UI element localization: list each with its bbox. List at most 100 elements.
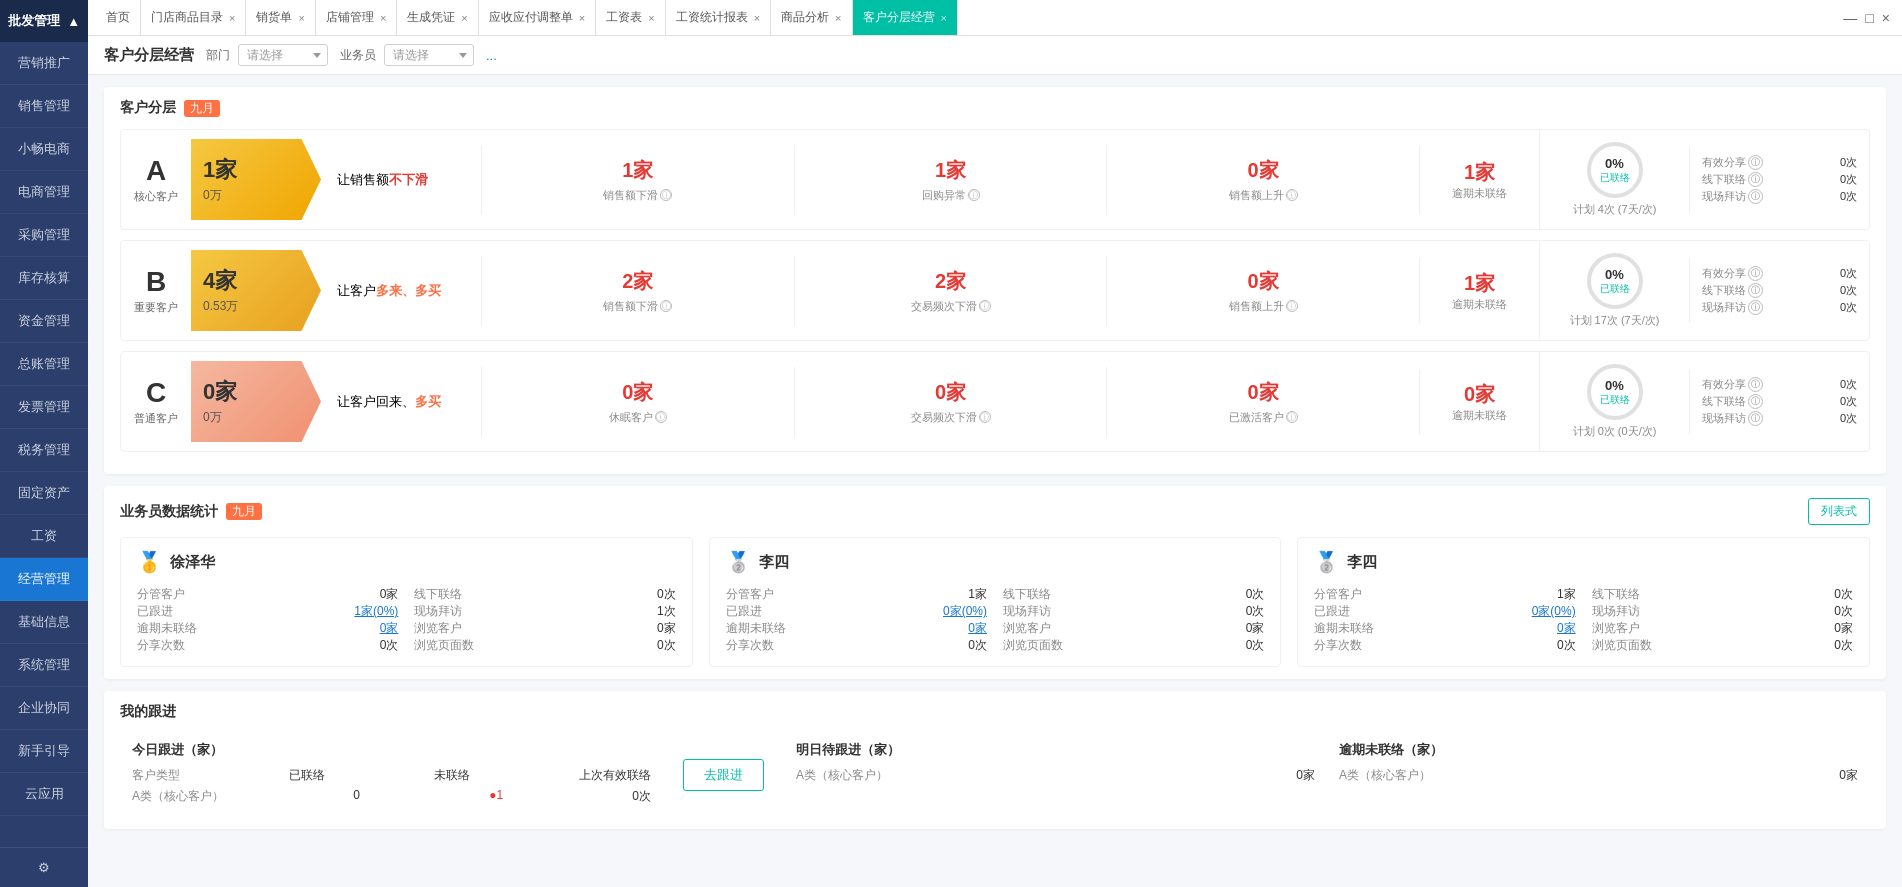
- sidebar-item-企业协同[interactable]: 企业协同: [0, 687, 88, 730]
- info-icon: ⓘ: [1286, 189, 1298, 201]
- tier-count-block: 1家 0万: [191, 139, 321, 220]
- info-icon: ⓘ: [979, 411, 991, 423]
- progress-circle: 0% 已联络: [1587, 253, 1643, 309]
- sidebar-item-发票管理[interactable]: 发票管理: [0, 386, 88, 429]
- tier-row-B: B 重要客户 4家 0.53万 让客户多来、多买 2家 销售额下滑 ⓘ 2家 交…: [120, 240, 1870, 341]
- sidebar-item-小畅电商[interactable]: 小畅电商: [0, 128, 88, 171]
- today-header-row: 客户类型 已联络 未联络 上次有效联络: [132, 767, 651, 784]
- side-stat-row: 现场拜访 ⓘ 0次: [1702, 189, 1857, 204]
- tab-商品分析[interactable]: 商品分析×: [771, 0, 852, 36]
- tab-close-icon[interactable]: ×: [754, 12, 760, 24]
- staff-stat-row: 逾期未联络 0家: [726, 620, 987, 637]
- sidebar-title: 批发管理: [8, 12, 60, 30]
- staff-stat-row: 现场拜访 1次: [414, 603, 675, 620]
- staff-stat-row: 分享次数 0次: [1314, 637, 1575, 654]
- tab-close-icon[interactable]: ×: [835, 12, 841, 24]
- sidebar-item-新手引导[interactable]: 新手引导: [0, 730, 88, 773]
- salesman-select[interactable]: 请选择: [384, 44, 474, 66]
- side-stat-row: 线下联络 ⓘ 0次: [1702, 283, 1857, 298]
- sidebar-item-经营管理[interactable]: 经营管理: [0, 558, 88, 601]
- sidebar-collapse-icon[interactable]: ▲: [67, 14, 80, 29]
- sidebar-item-基础信息[interactable]: 基础信息: [0, 601, 88, 644]
- tier-action-text: 让销售额不下滑: [321, 171, 481, 189]
- info-icon: ⓘ: [1748, 411, 1763, 426]
- sidebar-item-营销推广[interactable]: 营销推广: [0, 42, 88, 85]
- goto-followup-button[interactable]: 去跟进: [683, 759, 764, 791]
- staff-badge: 🥈: [726, 550, 751, 574]
- tab-close-icon[interactable]: ×: [298, 12, 304, 24]
- tab-客户分层经营[interactable]: 客户分层经营×: [853, 0, 958, 36]
- staff-stats-left: 分管客户 1家 已跟进 0家(0%) 逾期未联络 0家 分享次数 0次: [1314, 586, 1575, 654]
- tab-首页[interactable]: 首页: [96, 0, 141, 36]
- sidebar-item-电商管理[interactable]: 电商管理: [0, 171, 88, 214]
- tab-close-icon[interactable]: ×: [380, 12, 386, 24]
- staff-month-badge: 九月: [226, 503, 262, 520]
- progress-circle: 0% 已联络: [1587, 364, 1643, 420]
- dept-filter: 部门 请选择: [206, 44, 328, 66]
- sidebar: 批发管理 ▲ 营销推广销售管理小畅电商电商管理采购管理库存核算资金管理总账管理发…: [0, 0, 88, 887]
- tab-close-icon[interactable]: ×: [941, 12, 947, 24]
- info-icon: ⓘ: [1748, 172, 1763, 187]
- tab-close-icon[interactable]: ×: [648, 12, 654, 24]
- stat-item: 2家 交易频次下滑 ⓘ: [794, 256, 1107, 326]
- list-view-button[interactable]: 列表式: [1808, 498, 1870, 525]
- customer-tier-title: 客户分层 九月: [120, 99, 1870, 117]
- sidebar-item-库存核算[interactable]: 库存核算: [0, 257, 88, 300]
- staff-stat-row: 线下联络 0次: [414, 586, 675, 603]
- sidebar-item-税务管理[interactable]: 税务管理: [0, 429, 88, 472]
- followup-section: 我的跟进 今日跟进（家） 客户类型 已联络 未联络 上次有效联络 A类（核心客户…: [104, 691, 1886, 829]
- tier-side-stats: 有效分享 ⓘ 0次 线下联络 ⓘ 0次 现场拜访 ⓘ 0次: [1689, 369, 1869, 434]
- sidebar-item-系统管理[interactable]: 系统管理: [0, 644, 88, 687]
- staff-card-0: 🥇 徐泽华 分管客户 0家 已跟进 1家(0%) 逾期未联络 0家 分享次数 0…: [120, 537, 693, 667]
- tab-门店商品目录[interactable]: 门店商品目录×: [141, 0, 246, 36]
- stat-item: 0家 已激活客户 ⓘ: [1106, 367, 1419, 437]
- staff-section-title: 业务员数据统计 九月: [120, 503, 262, 521]
- tab-店铺管理[interactable]: 店铺管理×: [316, 0, 397, 36]
- tabs-container: 首页门店商品目录×销货单×店铺管理×生成凭证×应收应付调整单×工资表×工资统计报…: [96, 0, 958, 36]
- sidebar-settings[interactable]: ⚙: [0, 847, 88, 887]
- sidebar-item-销售管理[interactable]: 销售管理: [0, 85, 88, 128]
- staff-stat-row: 线下联络 0次: [1592, 586, 1853, 603]
- staff-stat-row: 分管客户 1家: [1314, 586, 1575, 603]
- info-icon: ⓘ: [1286, 411, 1298, 423]
- customer-tier-section: 客户分层 九月 A 核心客户 1家 0万 让销售额不下滑 1家 销售额下滑 ⓘ …: [104, 87, 1886, 474]
- staff-card-2: 🥈 李四 分管客户 1家 已跟进 0家(0%) 逾期未联络 0家 分享次数 0次…: [1297, 537, 1870, 667]
- customer-month-badge: 九月: [184, 100, 220, 117]
- stat-item: 0家 交易频次下滑 ⓘ: [794, 367, 1107, 437]
- staff-name: 徐泽华: [170, 553, 215, 572]
- settings-icon: ⚙: [38, 860, 50, 875]
- tier-contact: 1家 逾期未联络: [1419, 147, 1539, 213]
- info-icon: ⓘ: [1748, 155, 1763, 170]
- sidebar-item-云应用[interactable]: 云应用: [0, 773, 88, 816]
- tomorrow-followup-col: 明日待跟进（家） A类（核心客户） 0家: [784, 733, 1327, 817]
- dept-select[interactable]: 请选择: [238, 44, 328, 66]
- sidebar-item-工资[interactable]: 工资: [0, 515, 88, 558]
- tab-close-icon[interactable]: ×: [461, 12, 467, 24]
- staff-header-row: 业务员数据统计 九月 列表式: [120, 498, 1870, 525]
- sidebar-item-采购管理[interactable]: 采购管理: [0, 214, 88, 257]
- tab-生成凭证[interactable]: 生成凭证×: [397, 0, 478, 36]
- tab-应收应付调整单[interactable]: 应收应付调整单×: [479, 0, 596, 36]
- staff-header: 🥈 李四: [1314, 550, 1853, 574]
- tab-工资表[interactable]: 工资表×: [596, 0, 665, 36]
- salesman-filter: 业务员 请选择: [340, 44, 474, 66]
- more-filters-button[interactable]: ...: [486, 48, 497, 63]
- sidebar-item-总账管理[interactable]: 总账管理: [0, 343, 88, 386]
- tab-工资统计报表[interactable]: 工资统计报表×: [666, 0, 771, 36]
- sidebar-item-固定资产[interactable]: 固定资产: [0, 472, 88, 515]
- sidebar-item-资金管理[interactable]: 资金管理: [0, 300, 88, 343]
- maximize-button[interactable]: □: [1865, 10, 1873, 26]
- overdue-a-row: A类（核心客户） 0家: [1339, 767, 1858, 784]
- info-icon: ⓘ: [1748, 394, 1763, 409]
- staff-badge: 🥇: [137, 550, 162, 574]
- close-window-button[interactable]: ×: [1882, 10, 1890, 26]
- minimize-button[interactable]: —: [1843, 10, 1857, 26]
- followup-grid: 今日跟进（家） 客户类型 已联络 未联络 上次有效联络 A类（核心客户） 0 ●…: [120, 733, 1870, 817]
- info-icon: ⓘ: [660, 189, 672, 201]
- staff-stat-row: 逾期未联络 0家: [1314, 620, 1575, 637]
- tier-label-B: B 重要客户: [121, 250, 191, 331]
- dept-label: 部门: [206, 47, 230, 64]
- tab-销货单[interactable]: 销货单×: [246, 0, 315, 36]
- tab-close-icon[interactable]: ×: [579, 12, 585, 24]
- tab-close-icon[interactable]: ×: [229, 12, 235, 24]
